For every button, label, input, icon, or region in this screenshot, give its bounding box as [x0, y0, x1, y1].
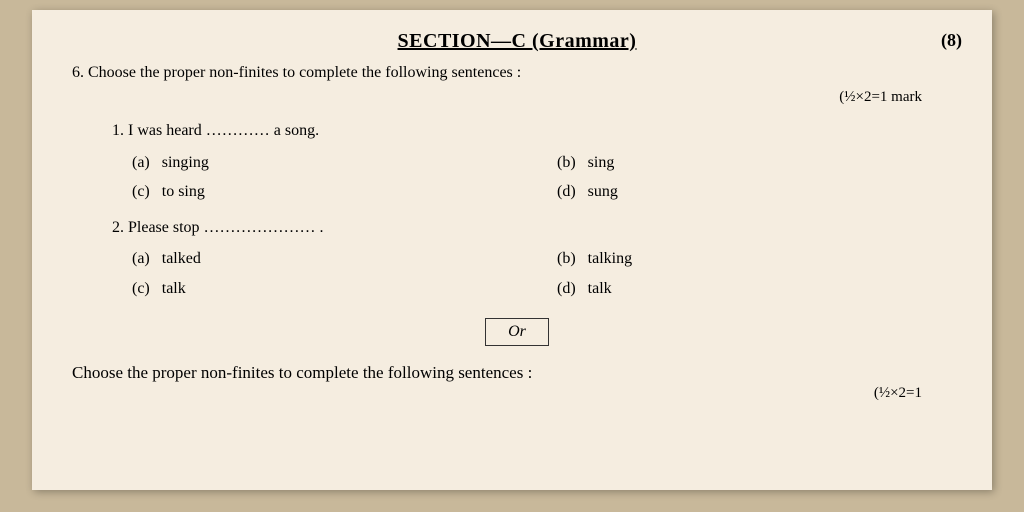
or-separator: Or [72, 318, 962, 346]
bottom-marks: (½×2=1 [72, 385, 922, 402]
option-2b: (b) talking [557, 246, 962, 272]
sub-question-1: 1. I was heard ………… a song. (a) singing … [112, 118, 962, 205]
section-title: SECTION—C (Grammar) [72, 30, 962, 53]
question-main-text: 6. Choose the proper non-finites to comp… [72, 61, 962, 85]
option-1b: (b) sing [557, 150, 962, 176]
sub2-number: 2. [112, 219, 124, 236]
sub-question-2-text: 2. Please stop ………………… . [112, 215, 962, 241]
question-number: 6. [72, 64, 84, 81]
question-marks: (½×2=1 mark [72, 89, 922, 106]
bottom-instruction: Choose the proper non-finites to complet… [72, 360, 962, 386]
option-1d: (d) sung [557, 179, 962, 205]
sub2-options: (a) talked (b) talking (c) talk (d) talk [132, 246, 962, 301]
sub2-text: Please stop ………………… . [128, 219, 324, 236]
option-2d: (d) talk [557, 276, 962, 302]
sub1-number: 1. [112, 122, 124, 139]
page-container: (8) SECTION—C (Grammar) 6. Choose the pr… [32, 10, 992, 490]
sub1-text: I was heard ………… a song. [128, 122, 319, 139]
option-2a: (a) talked [132, 246, 537, 272]
or-label: Or [485, 318, 549, 346]
sub-question-2: 2. Please stop ………………… . (a) talked (b) … [112, 215, 962, 302]
marks-label: (8) [941, 30, 962, 51]
option-1a: (a) singing [132, 150, 537, 176]
sub1-options: (a) singing (b) sing (c) to sing (d) sun… [132, 150, 962, 205]
sub-question-1-text: 1. I was heard ………… a song. [112, 118, 962, 144]
question-text: Choose the proper non-finites to complet… [88, 64, 521, 81]
option-2c: (c) talk [132, 276, 537, 302]
option-1c: (c) to sing [132, 179, 537, 205]
